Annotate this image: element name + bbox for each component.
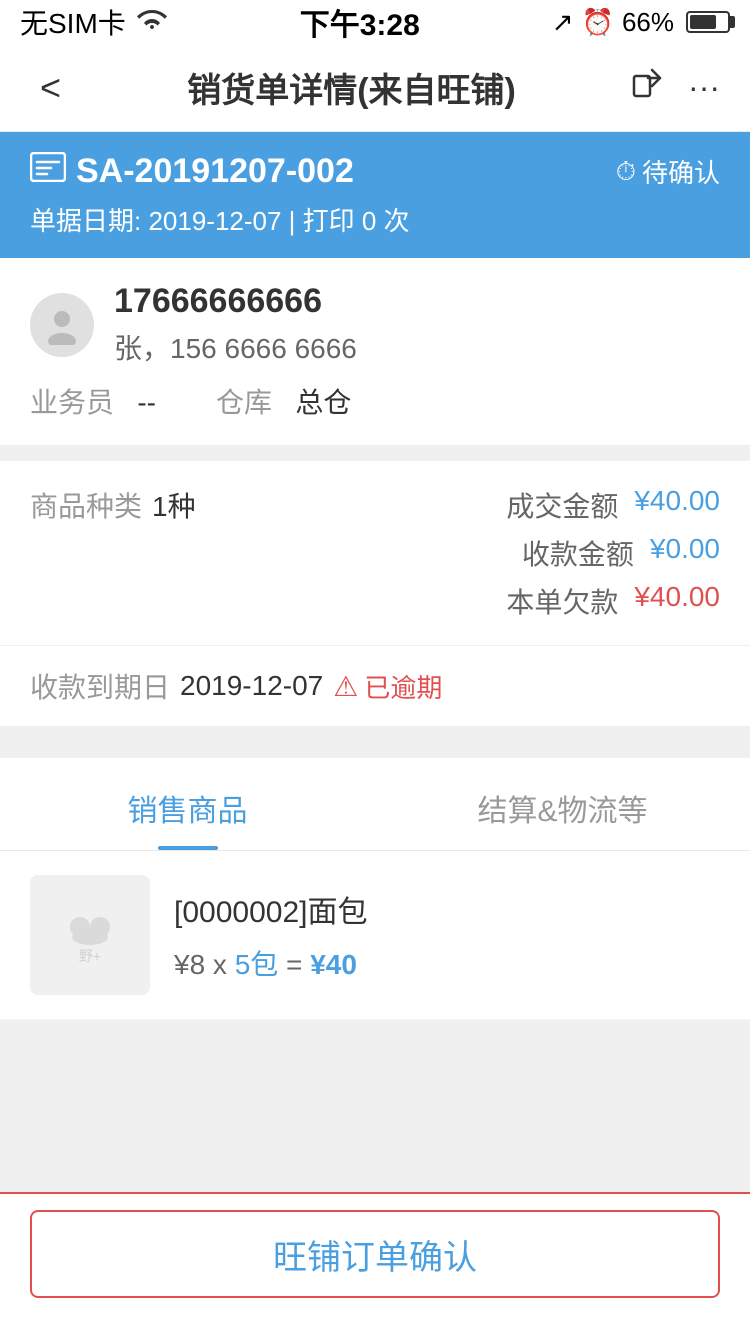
- product-info: [0000002]面包 ¥8 x 5包 = ¥40: [174, 887, 720, 983]
- product-thumbnail: 野+: [30, 875, 150, 995]
- owed-amount-value: ¥40.00: [634, 581, 720, 621]
- customer-row: 17666666666 张，156 6666 6666: [30, 282, 720, 367]
- summary-section: 商品种类 1种 成交金额 ¥40.00 收款金额 ¥0.00 本单欠款 ¥40.…: [0, 461, 750, 645]
- nav-bar: < 销货单详情(来自旺铺) ···: [0, 44, 750, 132]
- avatar: [30, 293, 94, 357]
- wifi-icon: [136, 6, 168, 38]
- order-banner-top: SA-20191207-002 ⏱ 待确认: [30, 152, 720, 191]
- overdue-badge: ⚠ 已逾期: [333, 668, 442, 705]
- tab-settlement-logistics[interactable]: 结算&物流等: [375, 758, 750, 850]
- alarm-icon: ⏰: [582, 7, 614, 38]
- clock-icon: ⏱: [616, 156, 636, 188]
- status-time: 下午3:28: [300, 0, 420, 44]
- due-date-value: 2019-12-07: [180, 670, 323, 702]
- status-right: ↗ ⏰ 66%: [552, 7, 730, 38]
- location-icon: ↗: [552, 7, 574, 38]
- more-icon[interactable]: ···: [688, 69, 720, 106]
- owed-amount-label: 本单欠款: [506, 581, 618, 621]
- customer-info: 17666666666 张，156 6666 6666: [114, 282, 357, 367]
- product-qty: 5包: [235, 949, 279, 980]
- tab-sales-products[interactable]: 销售商品: [0, 758, 375, 850]
- customer-phone: 17666666666: [114, 282, 357, 321]
- summary-right: 成交金额 ¥40.00 收款金额 ¥0.00 本单欠款 ¥40.00: [506, 485, 720, 621]
- received-amount-value: ¥0.00: [650, 533, 720, 573]
- customer-name-detail: 张，156 6666 6666: [114, 327, 357, 367]
- share-icon[interactable]: [632, 66, 668, 110]
- product-price-base: ¥8 x: [174, 949, 235, 980]
- confirm-button[interactable]: 旺铺订单确认: [30, 1210, 720, 1298]
- salesperson-field: 业务员 --: [30, 381, 156, 421]
- transaction-amount-value: ¥40.00: [634, 485, 720, 525]
- owed-amount-row: 本单欠款 ¥40.00: [506, 581, 720, 621]
- overdue-text: 已逾期: [364, 668, 442, 705]
- received-amount-label: 收款金额: [522, 533, 634, 573]
- received-amount-row: 收款金额 ¥0.00: [522, 533, 720, 573]
- product-price: ¥8 x 5包 = ¥40: [174, 943, 720, 983]
- battery-icon: [686, 11, 730, 33]
- order-banner: SA-20191207-002 ⏱ 待确认 单据日期: 2019-12-07 |…: [0, 132, 750, 258]
- transaction-amount-label: 成交金额: [506, 485, 618, 525]
- svg-text:野+: 野+: [79, 948, 101, 964]
- product-item: 野+ [0000002]面包 ¥8 x 5包 = ¥40: [0, 851, 750, 1020]
- order-icon: [30, 152, 66, 191]
- product-types-label: 商品种类: [30, 485, 142, 525]
- divider-2: [0, 726, 750, 742]
- salesperson-label: 业务员: [30, 387, 114, 418]
- product-name: [0000002]面包: [174, 887, 720, 931]
- order-meta: 单据日期: 2019-12-07 | 打印 0 次: [30, 201, 720, 238]
- customer-section: 17666666666 张，156 6666 6666 业务员 -- 仓库 总仓: [0, 258, 750, 445]
- page-title: 销货单详情(来自旺铺): [187, 63, 516, 112]
- order-status: ⏱ 待确认: [616, 153, 720, 190]
- product-types-value: 1种: [152, 485, 196, 525]
- tabs-section: 销售商品 结算&物流等 野+ [0000002]面包 ¥8 x 5包 = ¥40: [0, 758, 750, 1020]
- bottom-spacer: [0, 1020, 750, 1200]
- tabs-header: 销售商品 结算&物流等: [0, 758, 750, 851]
- carrier-text: 无SIM卡: [20, 2, 126, 42]
- warning-icon: ⚠: [333, 670, 358, 703]
- status-bar: 无SIM卡 下午3:28 ↗ ⏰ 66%: [0, 0, 750, 44]
- due-label: 收款到期日: [30, 666, 170, 706]
- warehouse-value: 总仓: [295, 387, 351, 418]
- battery-text: 66%: [622, 7, 674, 38]
- product-price-eq: =: [278, 949, 310, 980]
- product-total: ¥40: [310, 949, 357, 980]
- back-button[interactable]: <: [30, 57, 71, 119]
- warehouse-label: 仓库: [216, 387, 272, 418]
- warehouse-field: 仓库 总仓: [216, 381, 351, 421]
- summary-row: 商品种类 1种 成交金额 ¥40.00 收款金额 ¥0.00 本单欠款 ¥40.…: [30, 485, 720, 621]
- nav-actions: ···: [632, 66, 720, 110]
- status-left: 无SIM卡: [20, 2, 168, 42]
- bottom-bar: 旺铺订单确认: [0, 1192, 750, 1334]
- due-section: 收款到期日 2019-12-07 ⚠ 已逾期: [0, 645, 750, 726]
- summary-left: 商品种类 1种: [30, 485, 196, 525]
- transaction-amount-row: 成交金额 ¥40.00: [506, 485, 720, 525]
- order-id: SA-20191207-002: [30, 152, 354, 191]
- customer-extra: 业务员 -- 仓库 总仓: [30, 381, 720, 421]
- divider-1: [0, 445, 750, 461]
- salesperson-value: --: [137, 387, 156, 418]
